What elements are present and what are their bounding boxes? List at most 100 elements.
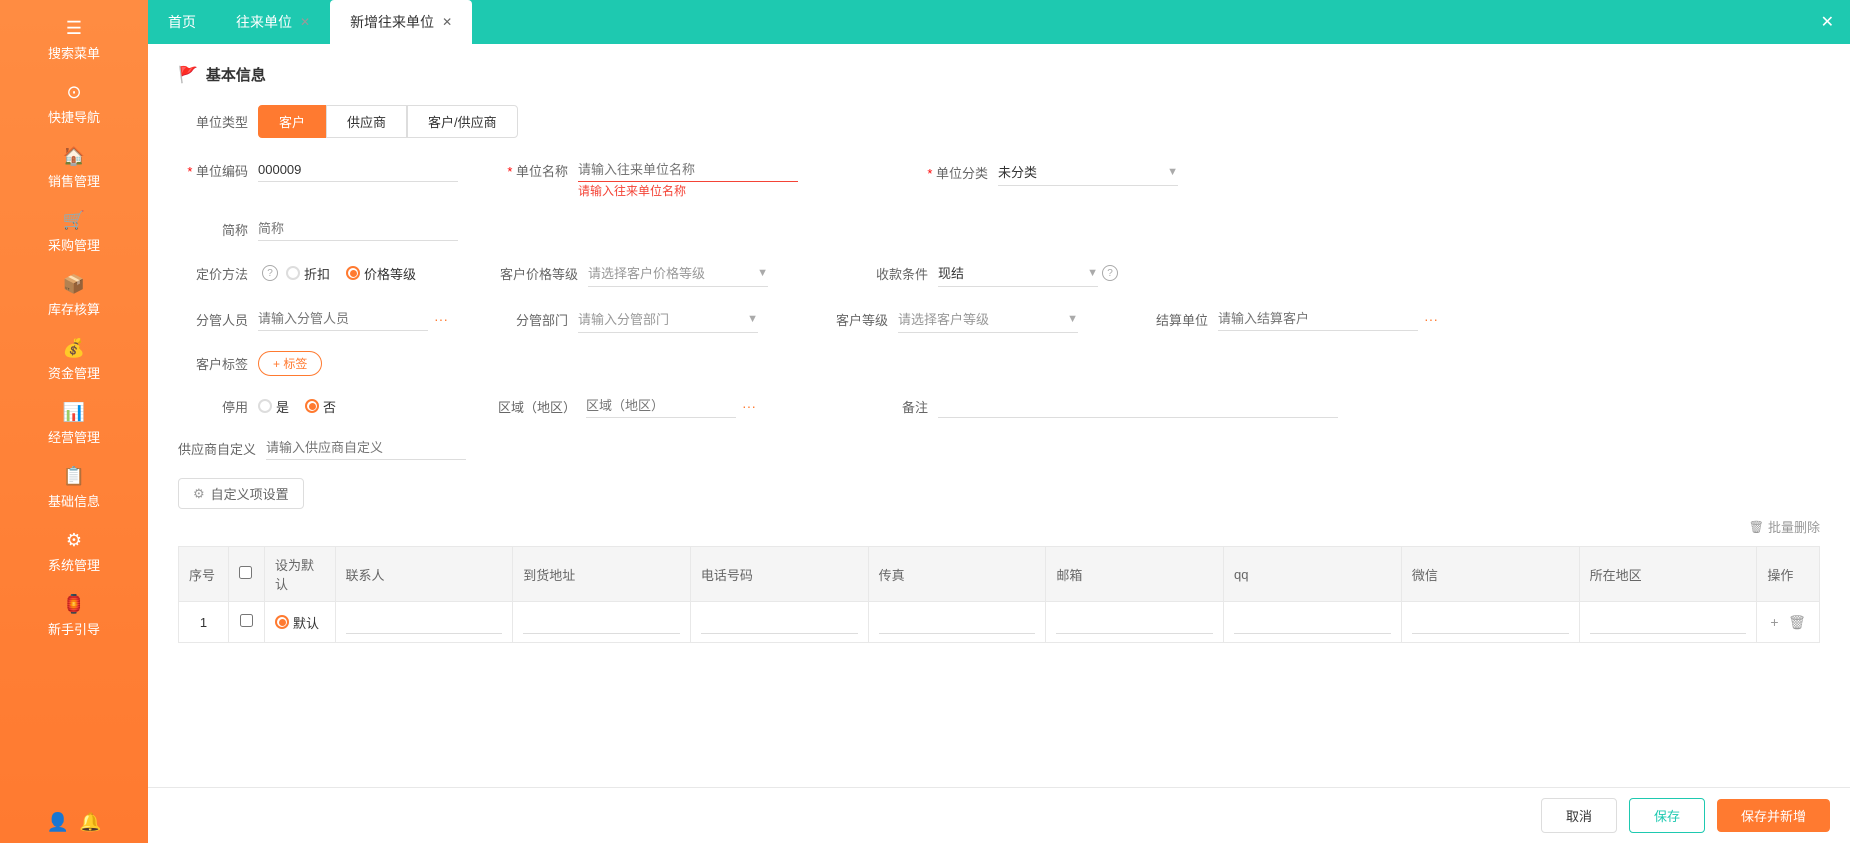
row-fax[interactable] [868, 602, 1046, 643]
save-button[interactable]: 保存 [1629, 798, 1705, 833]
pricing-radio-discount[interactable]: 折扣 [286, 264, 330, 283]
sidebar-item-purchase[interactable]: 🛒 采购管理 [0, 200, 148, 264]
row-supplier-custom: 供应商自定义 [178, 436, 1820, 460]
guide-icon: 🏮 [63, 594, 85, 615]
payment-terms-help-icon[interactable]: ? [1102, 265, 1118, 281]
row-checkbox-cell [229, 602, 265, 643]
settlement-unit-input[interactable] [1218, 307, 1418, 331]
row-add-button[interactable]: + [1767, 614, 1781, 630]
sidebar-item-sales[interactable]: 🏠 销售管理 [0, 136, 148, 200]
col-wechat: 微信 [1401, 547, 1579, 602]
payment-terms-select[interactable]: 现结 ▼ [938, 259, 1098, 287]
add-tag-button[interactable]: + 标签 [258, 351, 322, 376]
disabled-radio-no[interactable]: 否 [305, 397, 336, 416]
manager-input[interactable] [258, 307, 428, 331]
row-phone[interactable] [690, 602, 868, 643]
department-select[interactable]: 请输入分管部门 ▼ [578, 305, 758, 333]
col-default: 设为默认 [265, 547, 336, 602]
row-qq[interactable] [1224, 602, 1402, 643]
contact-table: 序号 设为默认 联系人 到货地址 电话号码 传真 邮箱 qq 微信 所在地区 操… [178, 546, 1820, 643]
row-district[interactable] [1579, 602, 1757, 643]
field-unit-category: 单位分类 未分类 ▼ [918, 158, 1268, 186]
unit-type-label: 单位类型 [178, 112, 258, 131]
tab-new-unit[interactable]: 新增往来单位 ✕ [330, 0, 472, 44]
fax-input[interactable] [879, 610, 1036, 634]
basic-info-icon: 📋 [63, 466, 85, 487]
row-email[interactable] [1046, 602, 1224, 643]
payment-terms-label: 收款条件 [858, 264, 938, 283]
sidebar-item-system[interactable]: ⚙ 系统管理 [0, 520, 148, 584]
sidebar-item-finance[interactable]: 💰 资金管理 [0, 328, 148, 392]
unit-category-label: 单位分类 [918, 163, 998, 182]
customer-price-level-label: 客户价格等级 [498, 264, 588, 283]
tab-new-unit-close[interactable]: ✕ [442, 15, 452, 29]
sidebar-item-guide[interactable]: 🏮 新手引导 [0, 584, 148, 648]
contact-input[interactable] [346, 610, 503, 634]
window-close-icon[interactable]: ✕ [1821, 12, 1834, 32]
unit-name-error: 请输入往来单位名称 [578, 184, 686, 198]
field-unit-name: 单位名称 请输入往来单位名称 [498, 158, 918, 199]
unit-type-both[interactable]: 客户/供应商 [407, 105, 518, 138]
disabled-radio-yes[interactable]: 是 [258, 397, 289, 416]
sidebar-item-search[interactable]: ☰ 搜索菜单 [0, 8, 148, 72]
sidebar-item-quick-nav[interactable]: ⊙ 快捷导航 [0, 72, 148, 136]
sidebar-item-inventory[interactable]: 📦 库存核算 [0, 264, 148, 328]
field-disabled: 停用 是 否 [178, 397, 498, 416]
save-new-button[interactable]: 保存并新增 [1717, 799, 1830, 832]
qq-input[interactable] [1234, 610, 1391, 634]
pricing-help-icon[interactable]: ? [262, 265, 278, 281]
tab-units-close[interactable]: ✕ [300, 15, 310, 29]
flag-icon: 🚩 [178, 65, 198, 85]
supplier-custom-input[interactable] [266, 436, 466, 460]
row-code-name-category: 单位编码 单位名称 请输入往来单位名称 单位分类 未分类 ▼ [178, 158, 1820, 199]
settlement-unit-more-icon[interactable]: ··· [1418, 311, 1444, 327]
col-qq: qq [1224, 547, 1402, 602]
sidebar-item-basic-info[interactable]: 📋 基础信息 [0, 456, 148, 520]
customer-price-level-select[interactable]: 请选择客户价格等级 ▼ [588, 259, 768, 287]
sidebar-item-operation[interactable]: 📊 经营管理 [0, 392, 148, 456]
row-delete-button[interactable]: 🗑 [1785, 614, 1809, 631]
field-customer-price-level: 客户价格等级 请选择客户价格等级 ▼ [498, 259, 858, 287]
remark-input[interactable] [938, 394, 1338, 418]
district-input[interactable] [1590, 610, 1747, 634]
tab-units[interactable]: 往来单位 ✕ [216, 0, 330, 44]
select-all-checkbox[interactable] [239, 566, 252, 579]
email-input[interactable] [1056, 610, 1213, 634]
customer-level-select[interactable]: 请选择客户等级 ▼ [898, 305, 1078, 333]
unit-name-input[interactable] [578, 158, 798, 182]
payment-terms-arrow-icon: ▼ [1087, 267, 1098, 279]
pricing-radio-level[interactable]: 价格等级 [346, 264, 416, 283]
unit-type-customer[interactable]: 客户 [258, 105, 326, 138]
unit-code-input[interactable] [258, 158, 458, 182]
unit-type-supplier[interactable]: 供应商 [326, 105, 407, 138]
sidebar: ☰ 搜索菜单 ⊙ 快捷导航 🏠 销售管理 🛒 采购管理 📦 库存核算 💰 资金管… [0, 0, 148, 843]
tab-home[interactable]: 首页 [148, 0, 216, 44]
unit-category-select[interactable]: 未分类 ▼ [998, 158, 1178, 186]
custom-settings-button[interactable]: ⚙ 自定义项设置 [178, 478, 304, 509]
manager-more-icon[interactable]: ··· [428, 311, 454, 327]
region-label: 区域（地区） [498, 397, 586, 416]
table-row: 1 默认 [179, 602, 1820, 643]
row-manager: 分管人员 ··· 分管部门 请输入分管部门 ▼ 客户等级 请选择客户等级 ▼ 结… [178, 305, 1820, 333]
phone-input[interactable] [701, 610, 858, 634]
col-phone: 电话号码 [690, 547, 868, 602]
unit-type-row: 单位类型 客户 供应商 客户/供应商 [178, 105, 1820, 138]
row-wechat[interactable] [1401, 602, 1579, 643]
row-address[interactable] [513, 602, 691, 643]
short-name-input[interactable] [258, 217, 458, 241]
batch-delete-label[interactable]: 批量删除 [1768, 517, 1820, 536]
row-contact[interactable] [335, 602, 513, 643]
sidebar-bottom: 👤 🔔 [0, 802, 148, 843]
bell-icon[interactable]: 🔔 [79, 812, 101, 833]
col-action: 操作 [1757, 547, 1820, 602]
row-default-radio[interactable]: 默认 [275, 613, 325, 632]
region-input[interactable] [586, 394, 736, 418]
form-area: 🚩 基本信息 单位类型 客户 供应商 客户/供应商 单位编码 单位名称 [148, 44, 1850, 787]
field-customer-level: 客户等级 请选择客户等级 ▼ [818, 305, 1138, 333]
wechat-input[interactable] [1412, 610, 1569, 634]
address-input[interactable] [523, 610, 680, 634]
row-checkbox[interactable] [240, 614, 253, 627]
cancel-button[interactable]: 取消 [1541, 798, 1617, 833]
region-more-icon[interactable]: ··· [736, 398, 762, 414]
user-icon[interactable]: 👤 [47, 812, 69, 833]
